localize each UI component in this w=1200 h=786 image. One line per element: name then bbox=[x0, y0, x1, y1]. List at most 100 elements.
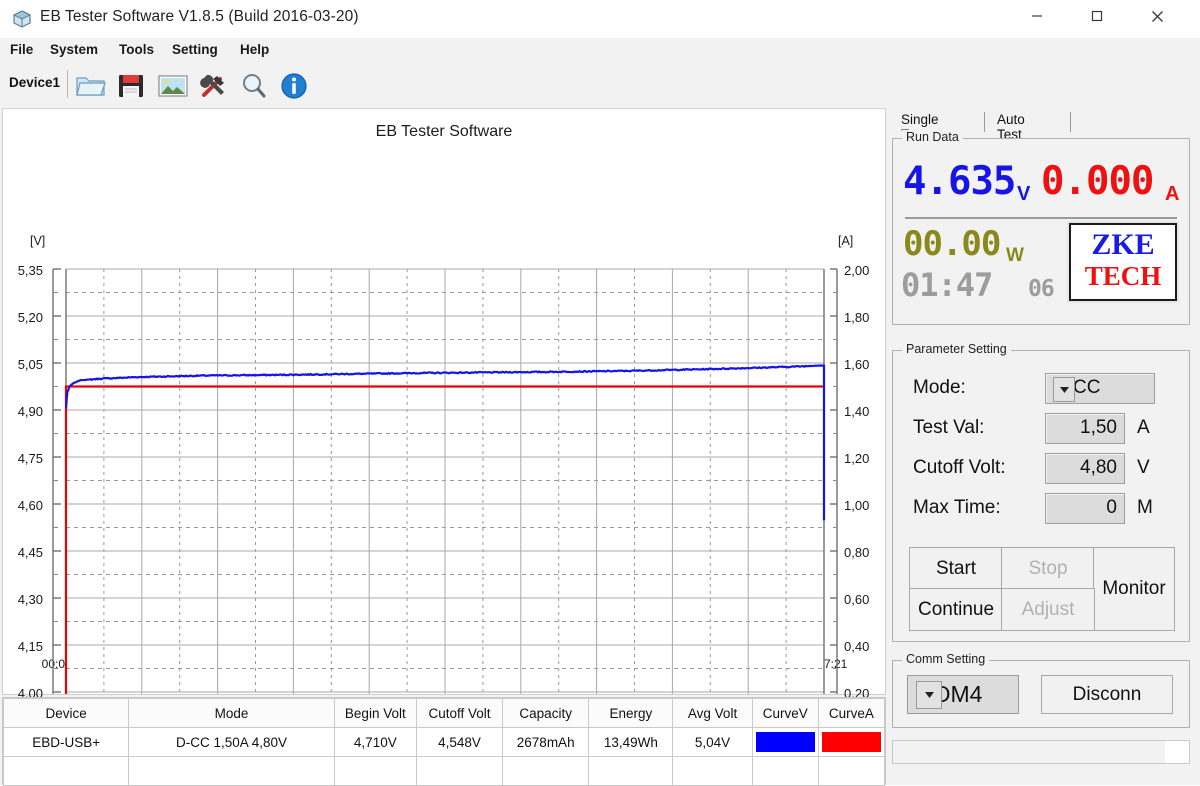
com-port-select[interactable]: COM4 bbox=[907, 675, 1019, 714]
comm-setting-group: Comm Setting COM4 Disconn bbox=[892, 652, 1190, 728]
menu-bar: File System Tools Setting Help bbox=[0, 38, 1200, 65]
mode-label: Mode: bbox=[913, 377, 966, 398]
cell-empty-3 bbox=[333, 756, 417, 786]
adjust-button: Adjust bbox=[1001, 588, 1095, 631]
col-curve-a[interactable]: CurveA bbox=[817, 698, 886, 728]
col-begin-volt[interactable]: Begin Volt bbox=[333, 698, 417, 728]
close-button[interactable] bbox=[1134, 0, 1180, 32]
cell-begin-volt: 4,710V bbox=[333, 727, 417, 757]
menu-item-system[interactable]: System bbox=[50, 42, 98, 57]
col-mode[interactable]: Mode bbox=[128, 698, 335, 728]
info-icon[interactable] bbox=[278, 70, 316, 102]
stop-button: Stop bbox=[1001, 547, 1095, 590]
continue-button[interactable]: Continue bbox=[909, 588, 1003, 631]
cutoff-volt-value: 4,80 bbox=[1080, 457, 1117, 478]
test-val-value: 1,50 bbox=[1080, 417, 1117, 438]
col-curve-v[interactable]: CurveV bbox=[751, 698, 819, 728]
max-time-value: 0 bbox=[1106, 497, 1117, 518]
cell-empty-9 bbox=[817, 756, 886, 786]
results-table-wrapper: Device Mode Begin Volt Cutoff Volt Capac… bbox=[2, 697, 886, 786]
cell-capacity: 2678mAh bbox=[502, 727, 590, 757]
right-panel: Single Test Auto Test Run Data 4.635 V 0… bbox=[888, 108, 1198, 783]
voltage-unit: V bbox=[1017, 183, 1031, 205]
tab-divider-2 bbox=[1070, 112, 1071, 132]
voltage-readout: 4.635 bbox=[903, 159, 1016, 204]
chevron-down-icon[interactable] bbox=[1053, 377, 1075, 402]
results-table: Device Mode Begin Volt Cutoff Volt Capac… bbox=[2, 698, 886, 786]
col-avg-volt[interactable]: Avg Volt bbox=[672, 698, 753, 728]
max-time-input[interactable]: 0 bbox=[1045, 493, 1125, 524]
table-header-row: Device Mode Begin Volt Cutoff Volt Capac… bbox=[2, 698, 886, 728]
chart-plot-area[interactable] bbox=[3, 109, 885, 694]
power-readout: 00.00 bbox=[903, 224, 1001, 264]
col-device[interactable]: Device bbox=[2, 698, 130, 728]
status-strip bbox=[892, 740, 1190, 764]
logo-tech-text: TECH bbox=[1084, 261, 1162, 291]
tools-icon[interactable] bbox=[197, 70, 235, 102]
test-val-input[interactable]: 1,50 bbox=[1045, 413, 1125, 444]
current-readout: 0.000 bbox=[1041, 159, 1154, 204]
chevron-down-icon[interactable] bbox=[916, 681, 942, 709]
status-strip-fill bbox=[893, 741, 1166, 763]
col-capacity[interactable]: Capacity bbox=[502, 698, 590, 728]
max-time-label: Max Time: bbox=[913, 497, 1001, 518]
test-val-label: Test Val: bbox=[913, 417, 985, 438]
cell-avg-volt: 5,04V bbox=[672, 727, 753, 757]
mode-select[interactable]: D-CC bbox=[1045, 373, 1155, 404]
cutoff-volt-label: Cutoff Volt: bbox=[913, 457, 1006, 478]
tab-divider-1 bbox=[984, 112, 985, 132]
monitor-button[interactable]: Monitor bbox=[1093, 547, 1175, 631]
cell-empty-2 bbox=[128, 756, 335, 786]
run-data-group-label: Run Data bbox=[902, 130, 963, 144]
menu-item-file[interactable]: File bbox=[10, 42, 33, 57]
menu-item-help[interactable]: Help bbox=[240, 42, 269, 57]
chart-panel: EB Tester Software [V] [A] ZKETECH 5,35 … bbox=[2, 108, 886, 748]
comm-setting-group-label: Comm Setting bbox=[902, 652, 990, 666]
cutoff-volt-unit: V bbox=[1137, 457, 1150, 478]
menu-item-tools[interactable]: Tools bbox=[119, 42, 154, 57]
cell-empty-1 bbox=[2, 756, 130, 786]
save-floppy-icon[interactable] bbox=[116, 70, 154, 102]
app-cube-icon bbox=[12, 9, 32, 29]
test-val-unit: A bbox=[1137, 417, 1150, 438]
col-energy[interactable]: Energy bbox=[588, 698, 674, 728]
menu-item-setting[interactable]: Setting bbox=[172, 42, 218, 57]
table-row[interactable]: EBD-USB+ D-CC 1,50A 4,80V 4,710V 4,548V … bbox=[2, 727, 886, 757]
cell-empty-6 bbox=[588, 756, 674, 786]
cell-device: EBD-USB+ bbox=[2, 727, 130, 757]
toolbar-separator bbox=[67, 70, 68, 98]
run-data-divider bbox=[905, 217, 1177, 219]
maximize-button[interactable] bbox=[1074, 0, 1120, 32]
cell-empty-4 bbox=[415, 756, 504, 786]
window-title: EB Tester Software V1.8.5 (Build 2016-03… bbox=[40, 8, 359, 25]
cell-energy: 13,49Wh bbox=[588, 727, 674, 757]
cell-curve-a-swatch[interactable] bbox=[817, 727, 886, 757]
max-time-unit: M bbox=[1137, 497, 1153, 518]
logo-zke-text: ZKE bbox=[1091, 228, 1155, 261]
elapsed-time-readout: 01:47 bbox=[901, 266, 993, 304]
cell-curve-v-swatch[interactable] bbox=[751, 727, 819, 757]
cell-cutoff-volt: 4,548V bbox=[415, 727, 504, 757]
table-row-empty[interactable] bbox=[2, 756, 886, 786]
zketech-logo: ZKE TECH bbox=[1069, 223, 1177, 301]
title-bar: EB Tester Software V1.8.5 (Build 2016-03… bbox=[0, 0, 1200, 39]
cell-empty-7 bbox=[672, 756, 753, 786]
elapsed-seconds-readout: 06 bbox=[1028, 276, 1055, 302]
run-data-group: Run Data 4.635 V 0.000 A 00.00 W 01:47 0… bbox=[892, 130, 1190, 325]
cell-mode: D-CC 1,50A 4,80V bbox=[128, 727, 335, 757]
zoom-icon[interactable] bbox=[237, 70, 275, 102]
application-window: EB Tester Software V1.8.5 (Build 2016-03… bbox=[0, 0, 1200, 786]
parameter-setting-group: Parameter Setting Mode: D-CC Test Val: 1… bbox=[892, 342, 1190, 642]
disconnect-button[interactable]: Disconn bbox=[1041, 675, 1173, 714]
open-folder-icon[interactable] bbox=[74, 70, 112, 102]
col-cutoff-volt[interactable]: Cutoff Volt bbox=[415, 698, 504, 728]
cell-empty-5 bbox=[502, 756, 590, 786]
current-unit: A bbox=[1165, 183, 1180, 205]
image-icon[interactable] bbox=[156, 70, 194, 102]
start-button[interactable]: Start bbox=[909, 547, 1003, 590]
cutoff-volt-input[interactable]: 4,80 bbox=[1045, 453, 1125, 484]
power-unit: W bbox=[1006, 245, 1024, 266]
parameter-setting-group-label: Parameter Setting bbox=[902, 342, 1011, 356]
device-label: Device1 bbox=[9, 75, 61, 90]
minimize-button[interactable] bbox=[1014, 0, 1060, 32]
